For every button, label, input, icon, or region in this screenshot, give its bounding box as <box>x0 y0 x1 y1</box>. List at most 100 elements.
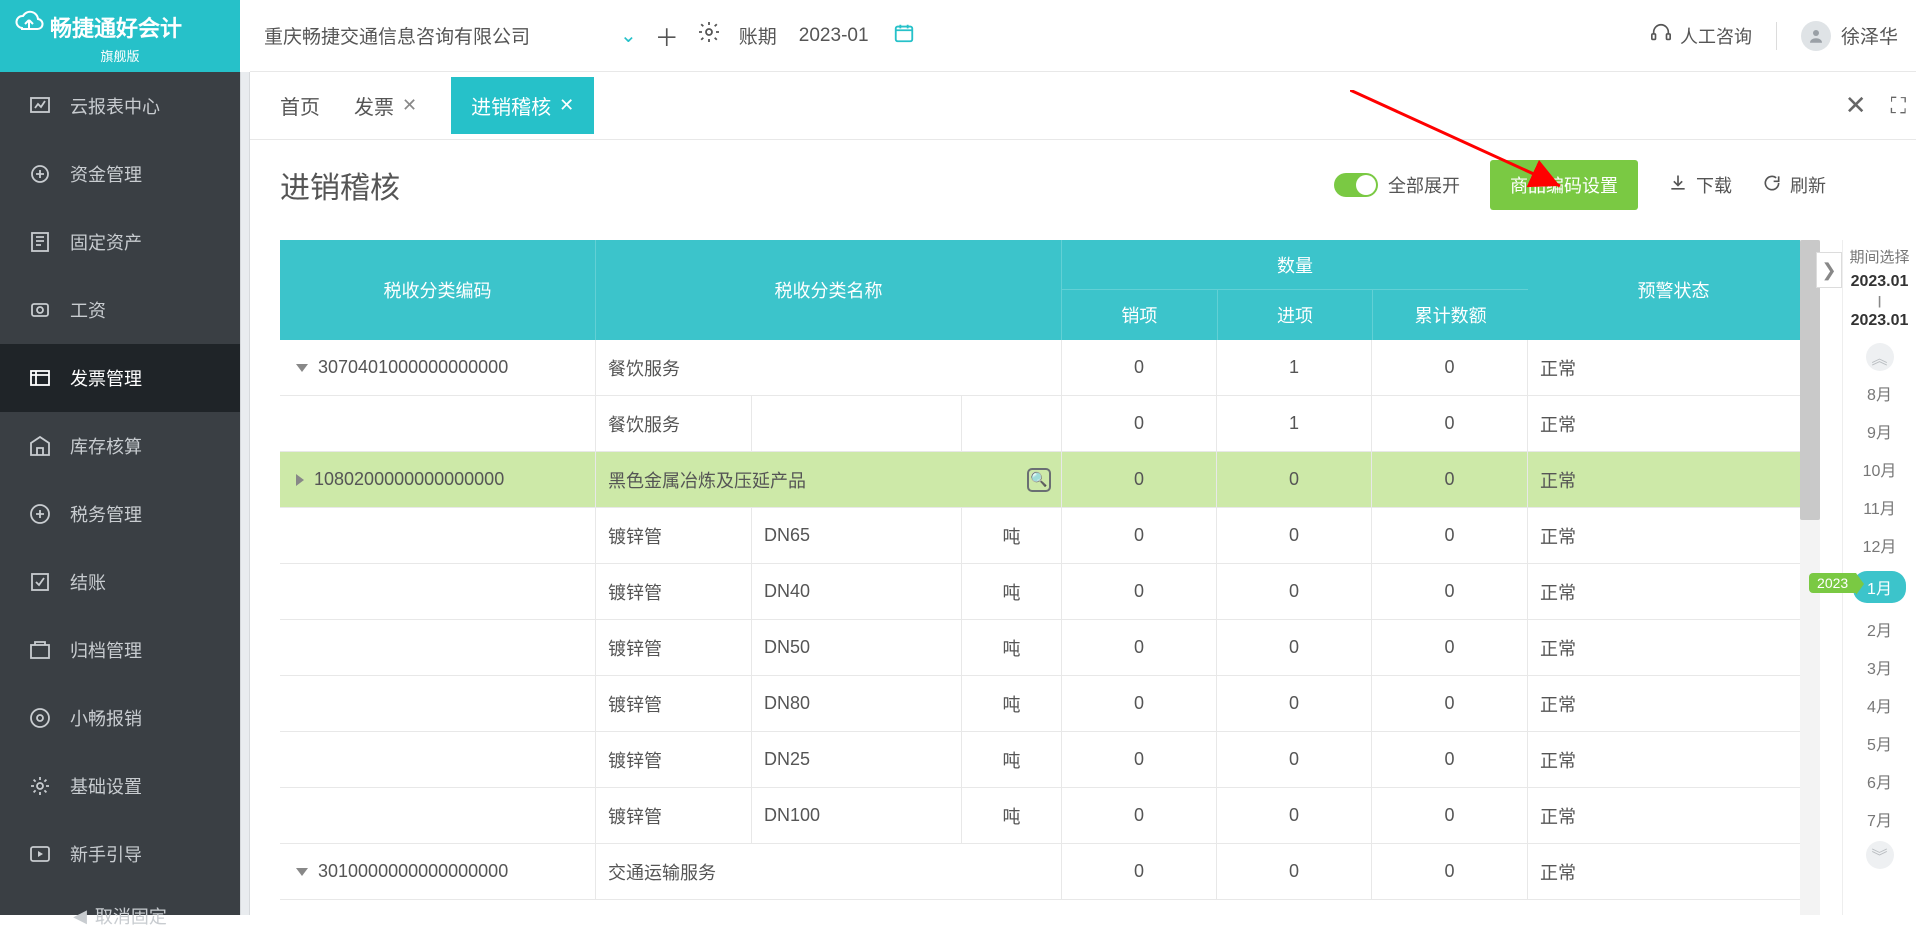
rail-month-10[interactable]: 6月 <box>1867 769 1892 793</box>
company-name: 重庆畅捷交通信息咨询有限公司 <box>264 22 530 49</box>
cell-out: 0 <box>1134 413 1144 434</box>
nav-icon-10 <box>28 774 52 798</box>
caret-right-icon[interactable] <box>296 474 304 486</box>
cell-accum: 0 <box>1444 637 1454 658</box>
nav-icon-8 <box>28 638 52 662</box>
tab-2[interactable]: 进销稽核 ✕ <box>451 77 594 134</box>
sidebar-resize-handle[interactable] <box>240 72 250 915</box>
table-row[interactable]: 3070401000000000000餐饮服务010正常 <box>280 340 1820 396</box>
table-row[interactable]: 镀锌管DN100吨000正常 <box>280 788 1820 844</box>
cell-unit: 吨 <box>1003 579 1021 605</box>
rail-month-7[interactable]: 3月 <box>1867 655 1892 679</box>
nav-label: 结账 <box>70 569 106 595</box>
rail-next-icon[interactable]: ︾ <box>1866 841 1894 869</box>
brand-edition: 旗舰版 <box>14 46 226 65</box>
sidebar-item-2[interactable]: 固定资产 <box>0 208 240 276</box>
table-row[interactable]: 镀锌管DN25吨000正常 <box>280 732 1820 788</box>
cell-accum: 0 <box>1444 581 1454 602</box>
table-row[interactable]: 餐饮服务010正常 <box>280 396 1820 452</box>
download-icon <box>1668 173 1688 198</box>
cell-out: 0 <box>1134 805 1144 826</box>
magnifier-icon[interactable]: 🔍 <box>1027 468 1051 492</box>
sidebar-item-7[interactable]: 结账 <box>0 548 240 616</box>
sidebar-item-11[interactable]: 新手引导 <box>0 820 240 888</box>
rail-month-3[interactable]: 11月 <box>1863 495 1896 519</box>
fullscreen-icon[interactable]: ⛶ <box>1891 93 1906 119</box>
cell-in: 0 <box>1289 861 1299 882</box>
refresh-button[interactable]: 刷新 <box>1762 172 1826 198</box>
table-row[interactable]: 镀锌管DN65吨000正常 <box>280 508 1820 564</box>
page-header: 进销稽核 全部展开 商品编码设置 下载 刷新 <box>250 140 1856 230</box>
nav-icon-3 <box>28 298 52 322</box>
sidebar-item-0[interactable]: 云报表中心 <box>0 72 240 140</box>
cell-in: 0 <box>1289 525 1299 546</box>
rail-month-11[interactable]: 7月 <box>1867 807 1892 831</box>
nav-label: 发票管理 <box>70 365 142 391</box>
caret-down-icon[interactable] <box>296 364 308 372</box>
sidebar-item-9[interactable]: 小畅报销 <box>0 684 240 752</box>
unpin-sidebar[interactable]: ◀ 取消固定 <box>0 888 240 944</box>
caret-down-icon[interactable] <box>296 868 308 876</box>
download-button[interactable]: 下载 <box>1668 172 1732 198</box>
sidebar-item-4[interactable]: 发票管理 <box>0 344 240 412</box>
table-row[interactable]: 3010000000000000000交通运输服务000正常 <box>280 844 1820 900</box>
tab-close-icon[interactable]: ✕ <box>402 95 417 116</box>
cell-warn: 正常 <box>1540 467 1576 493</box>
nav-label: 小畅报销 <box>70 705 142 731</box>
cell-in: 1 <box>1289 413 1299 434</box>
nav-label: 归档管理 <box>70 637 142 663</box>
rail-month-0[interactable]: 8月 <box>1867 381 1892 405</box>
rail-month-4[interactable]: 12月 <box>1863 533 1897 557</box>
cell-unit: 吨 <box>1003 803 1021 829</box>
consult-label: 人工咨询 <box>1680 23 1752 49</box>
th-warn: 预警状态 <box>1528 240 1820 340</box>
sidebar-item-10[interactable]: 基础设置 <box>0 752 240 820</box>
rail-month-2[interactable]: 10月 <box>1863 457 1897 481</box>
rail-title: 期间选择 <box>1849 246 1909 267</box>
sidebar-item-1[interactable]: 资金管理 <box>0 140 240 208</box>
product-code-settings-button[interactable]: 商品编码设置 <box>1490 160 1638 210</box>
table-row[interactable]: 1080200000000000000黑色金属冶炼及压延产品🔍000正常 <box>280 452 1820 508</box>
cell-unit: 吨 <box>1003 523 1021 549</box>
tab-1[interactable]: 发票✕ <box>354 91 417 120</box>
sidebar-item-3[interactable]: 工资 <box>0 276 240 344</box>
consult-link[interactable]: 人工咨询 <box>1650 22 1752 49</box>
cell-name: 交通运输服务 <box>608 859 716 885</box>
user-menu[interactable]: 徐泽华 <box>1801 21 1898 51</box>
rail-month-9[interactable]: 5月 <box>1867 731 1892 755</box>
cell-spec: DN80 <box>764 693 810 714</box>
nav-icon-4 <box>28 366 52 390</box>
tab-label: 进销稽核 <box>471 91 551 120</box>
rail-month-6[interactable]: 2月 <box>1867 617 1892 641</box>
nav-icon-0 <box>28 94 52 118</box>
settings-button[interactable] <box>697 20 721 51</box>
cell-warn: 正常 <box>1540 859 1576 885</box>
close-tab-icon[interactable]: ✕ <box>1845 90 1867 121</box>
brand-name: 畅捷通好会计 <box>50 11 182 43</box>
nav-label: 库存核算 <box>70 433 142 459</box>
rail-month-5[interactable]: 1月2023 <box>1853 571 1906 603</box>
tab-close-icon[interactable]: ✕ <box>559 95 574 116</box>
th-out: 销项 <box>1062 290 1218 340</box>
rail-collapse-icon[interactable]: ❯ <box>1816 252 1842 288</box>
expand-all-toggle[interactable] <box>1334 173 1378 197</box>
calendar-icon[interactable] <box>893 22 915 50</box>
tab-0[interactable]: 首页 <box>280 91 320 120</box>
cell-warn: 正常 <box>1540 411 1576 437</box>
add-button[interactable]: ＋ <box>655 18 679 53</box>
table-row[interactable]: 镀锌管DN80吨000正常 <box>280 676 1820 732</box>
table-row[interactable]: 镀锌管DN40吨000正常 <box>280 564 1820 620</box>
company-selector[interactable]: 重庆畅捷交通信息咨询有限公司 ⌄ <box>264 22 637 49</box>
sidebar-item-5[interactable]: 库存核算 <box>0 412 240 480</box>
nav-label: 云报表中心 <box>70 93 160 119</box>
sidebar-item-8[interactable]: 归档管理 <box>0 616 240 684</box>
topbar: 重庆畅捷交通信息咨询有限公司 ⌄ ＋ 账期 2023-01 人工咨询 徐泽华 <box>250 0 1916 72</box>
rail-month-1[interactable]: 9月 <box>1867 419 1892 443</box>
cell-in: 1 <box>1289 357 1299 378</box>
sidebar-item-6[interactable]: 税务管理 <box>0 480 240 548</box>
cell-spec: DN40 <box>764 581 810 602</box>
rail-month-8[interactable]: 4月 <box>1867 693 1892 717</box>
cell-code: 1080200000000000000 <box>314 469 504 490</box>
table-row[interactable]: 镀锌管DN50吨000正常 <box>280 620 1820 676</box>
rail-prev-icon[interactable]: ︽ <box>1866 343 1894 371</box>
